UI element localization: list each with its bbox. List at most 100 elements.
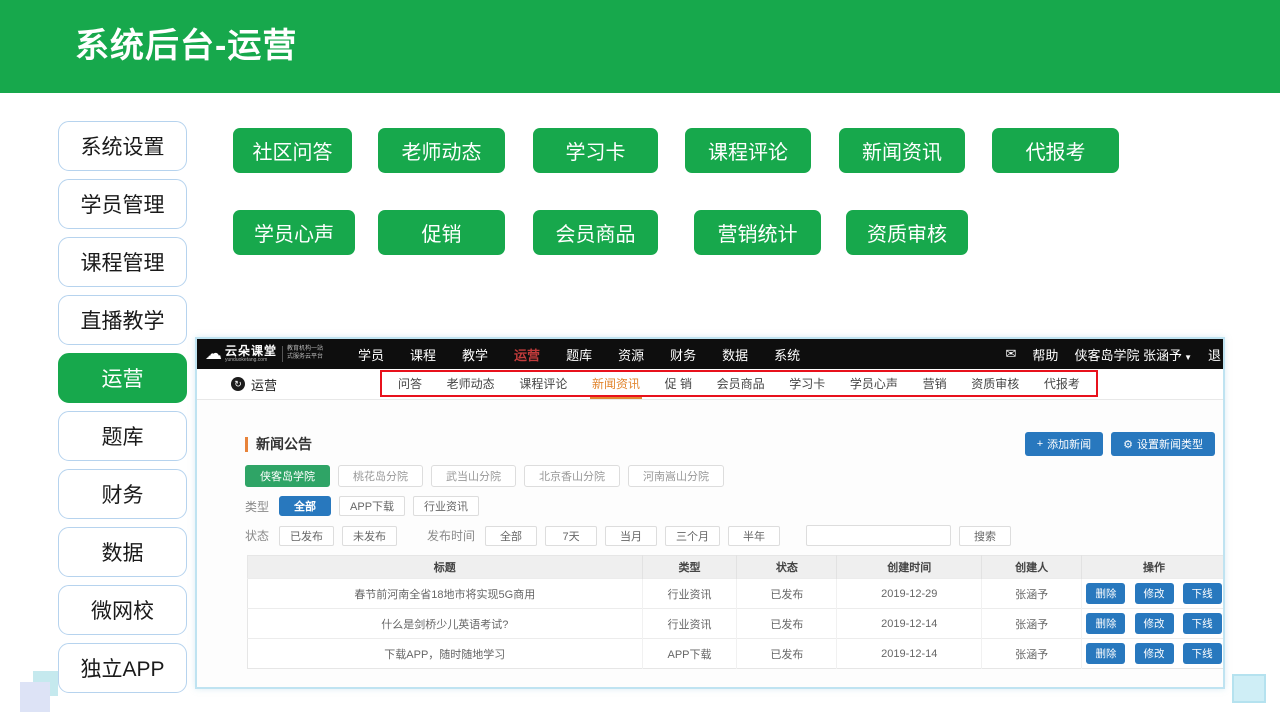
- edit-button[interactable]: 修改: [1135, 613, 1174, 634]
- admin-topnav-items: 学员 课程 教学 运营 题库 资源 财务 数据 系统: [345, 345, 813, 364]
- subnav-member-goods[interactable]: 会员商品: [717, 375, 765, 392]
- offline-button[interactable]: 下线: [1183, 583, 1222, 604]
- sidebar-item-student-management[interactable]: 学员管理: [58, 179, 187, 229]
- feature-member-goods[interactable]: 会员商品: [533, 210, 658, 255]
- subnav-qualification-review[interactable]: 资质审核: [971, 375, 1019, 392]
- topnav-students[interactable]: 学员: [345, 345, 397, 364]
- table-row: 春节前河南全省18地市将实现5G商用 行业资讯 已发布 2019-12-29 张…: [248, 579, 1226, 609]
- type-filter-app-download[interactable]: APP下载: [339, 496, 405, 516]
- time-filter-all[interactable]: 全部: [485, 526, 537, 546]
- content-title-row: 新闻公告 + 添加新闻 ⚙ 设置新闻类型: [197, 400, 1223, 456]
- table-header-row: 标题 类型 状态 创建时间 创建人 操作: [248, 556, 1226, 579]
- cell-created: 2019-12-14: [837, 609, 982, 639]
- admin-topnav: ☁ 云朵课堂 yunduoketang.com 教育机构一站 式服务云平台 学员…: [197, 339, 1223, 369]
- feature-course-comments[interactable]: 课程评论: [685, 128, 811, 173]
- brand-domain: yunduoketang.com: [225, 358, 277, 363]
- type-filter-industry-news[interactable]: 行业资讯: [413, 496, 479, 516]
- feature-teacher-updates[interactable]: 老师动态: [378, 128, 505, 173]
- subnav-teacher-updates[interactable]: 老师动态: [447, 375, 495, 392]
- feature-marketing-stats[interactable]: 营销统计: [694, 210, 821, 255]
- sidebar-item-course-management[interactable]: 课程管理: [58, 237, 187, 287]
- sidebar-item-live-teaching[interactable]: 直播教学: [58, 295, 187, 345]
- cloud-icon: ☁: [205, 344, 222, 364]
- subnav-news[interactable]: 新闻资讯: [592, 375, 640, 392]
- subnav-student-voice[interactable]: 学员心声: [850, 375, 898, 392]
- col-title: 标题: [248, 556, 643, 579]
- school-tab-wudangshan[interactable]: 武当山分院: [431, 465, 516, 487]
- table-row: 什么是剑桥少儿英语考试? 行业资讯 已发布 2019-12-14 张涵予 删除 …: [248, 609, 1226, 639]
- feature-qualification-review[interactable]: 资质审核: [846, 210, 968, 255]
- add-news-button[interactable]: + 添加新闻: [1025, 432, 1103, 456]
- delete-button[interactable]: 删除: [1086, 613, 1125, 634]
- topnav-system[interactable]: 系统: [761, 345, 813, 364]
- sidebar-item-system-settings[interactable]: 系统设置: [58, 121, 187, 171]
- school-tab-taohuadao[interactable]: 桃花岛分院: [338, 465, 423, 487]
- status-filter-unpublished[interactable]: 未发布: [342, 526, 397, 546]
- cell-creator: 张涵予: [982, 639, 1082, 669]
- subnav-proxy-exam[interactable]: 代报考: [1044, 375, 1080, 392]
- plus-icon: +: [1037, 438, 1043, 450]
- delete-button[interactable]: 删除: [1086, 643, 1125, 664]
- cell-creator: 张涵予: [982, 579, 1082, 609]
- subnav-section-label: 运营: [251, 375, 277, 394]
- account-menu[interactable]: 侠客岛学院 张涵予▼: [1074, 345, 1192, 364]
- feature-proxy-exam[interactable]: 代报考: [992, 128, 1119, 173]
- feature-news[interactable]: 新闻资讯: [839, 128, 965, 173]
- topnav-operations[interactable]: 运营: [501, 345, 553, 364]
- feature-community-qa[interactable]: 社区问答: [233, 128, 352, 173]
- time-filter-3months[interactable]: 三个月: [665, 526, 720, 546]
- offline-button[interactable]: 下线: [1183, 643, 1222, 664]
- help-link[interactable]: 帮助: [1032, 345, 1058, 364]
- brand-tagline: 教育机构一站 式服务云平台: [282, 346, 323, 362]
- cell-title: 什么是剑桥少儿英语考试?: [248, 609, 643, 639]
- search-input[interactable]: [806, 525, 951, 546]
- topnav-finance[interactable]: 财务: [657, 345, 709, 364]
- cell-status: 已发布: [737, 639, 837, 669]
- subnav-course-comments[interactable]: 课程评论: [519, 375, 567, 392]
- time-filter-7days[interactable]: 7天: [545, 526, 597, 546]
- sidebar-item-standalone-app[interactable]: 独立APP: [58, 643, 187, 693]
- school-tab-xiakedao[interactable]: 侠客岛学院: [245, 465, 330, 487]
- school-tab-beijing-xiangshan[interactable]: 北京香山分院: [524, 465, 620, 487]
- topnav-resources[interactable]: 资源: [605, 345, 657, 364]
- cell-title: 下载APP，随时随地学习: [248, 639, 643, 669]
- time-filter-current-month[interactable]: 当月: [605, 526, 657, 546]
- topnav-courses[interactable]: 课程: [397, 345, 449, 364]
- cell-created: 2019-12-29: [837, 579, 982, 609]
- logout-link[interactable]: 退: [1208, 345, 1221, 364]
- subnav-qa[interactable]: 问答: [398, 375, 422, 392]
- subnav-promotion[interactable]: 促 销: [665, 375, 692, 392]
- feature-promotion[interactable]: 促销: [378, 210, 505, 255]
- sidebar-item-question-bank[interactable]: 题库: [58, 411, 187, 461]
- cell-type: 行业资讯: [642, 609, 737, 639]
- set-news-type-button[interactable]: ⚙ 设置新闻类型: [1111, 432, 1215, 456]
- admin-topnav-right: ✉ 帮助 侠客岛学院 张涵予▼ 退: [1006, 345, 1221, 364]
- sidebar-item-finance[interactable]: 财务: [58, 469, 187, 519]
- edit-button[interactable]: 修改: [1135, 583, 1174, 604]
- delete-button[interactable]: 删除: [1086, 583, 1125, 604]
- operations-icon: ↻: [231, 377, 245, 391]
- sidebar-item-data[interactable]: 数据: [58, 527, 187, 577]
- envelope-icon[interactable]: ✉: [1006, 346, 1017, 362]
- edit-button[interactable]: 修改: [1135, 643, 1174, 664]
- topnav-question-bank[interactable]: 题库: [553, 345, 605, 364]
- subnav-marketing[interactable]: 营销: [923, 375, 947, 392]
- offline-button[interactable]: 下线: [1183, 613, 1222, 634]
- sidebar-item-operations[interactable]: 运营: [58, 353, 187, 403]
- cell-status: 已发布: [737, 609, 837, 639]
- status-filter-label: 状态: [245, 527, 269, 544]
- sidebar-item-micro-school[interactable]: 微网校: [58, 585, 187, 635]
- search-button[interactable]: 搜索: [959, 526, 1011, 546]
- subnav-study-card[interactable]: 学习卡: [789, 375, 825, 392]
- type-filter-all[interactable]: 全部: [279, 496, 331, 516]
- cell-type: 行业资讯: [642, 579, 737, 609]
- topnav-teaching[interactable]: 教学: [449, 345, 501, 364]
- page: 系统后台-运营 系统设置 学员管理 课程管理 直播教学 运营 题库 财务 数据 …: [0, 0, 1280, 720]
- time-filter-half-year[interactable]: 半年: [728, 526, 780, 546]
- school-tab-henan-songshan[interactable]: 河南嵩山分院: [628, 465, 724, 487]
- topnav-data[interactable]: 数据: [709, 345, 761, 364]
- cell-title: 春节前河南全省18地市将实现5G商用: [248, 579, 643, 609]
- feature-study-card[interactable]: 学习卡: [533, 128, 658, 173]
- feature-student-voice[interactable]: 学员心声: [233, 210, 355, 255]
- status-filter-published[interactable]: 已发布: [279, 526, 334, 546]
